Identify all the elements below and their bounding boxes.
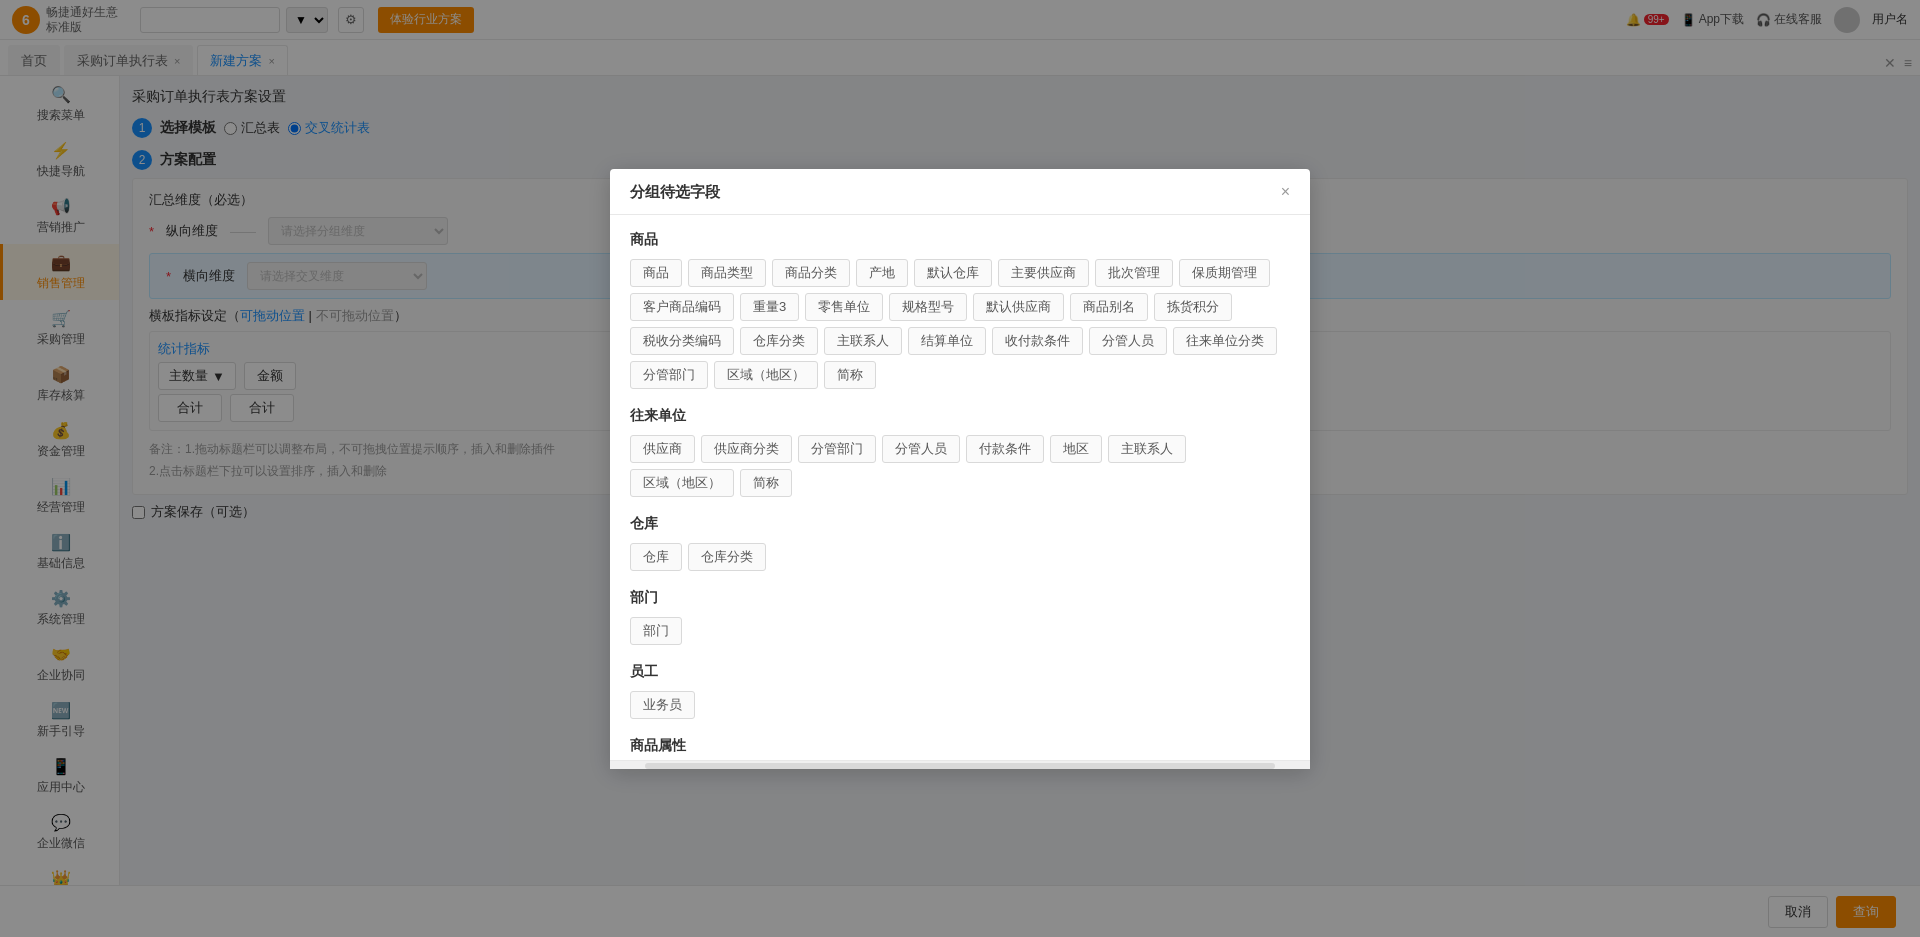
tag-dept[interactable]: 部门 xyxy=(630,617,682,645)
modal-body: 商品 商品 商品类型 商品分类 产地 默认仓库 主要供应商 批次管理 保质期管理… xyxy=(610,215,1310,760)
tag-origin[interactable]: 产地 xyxy=(856,259,908,287)
tag-supervisor[interactable]: 分管人员 xyxy=(1089,327,1167,355)
tag-customer-code[interactable]: 客户商品编码 xyxy=(630,293,734,321)
tag-region2[interactable]: 区域（地区） xyxy=(630,469,734,497)
tag-product-alias[interactable]: 商品别名 xyxy=(1070,293,1148,321)
tag-supplier[interactable]: 供应商 xyxy=(630,435,695,463)
tag-product-type[interactable]: 商品类型 xyxy=(688,259,766,287)
tag-partner-cat[interactable]: 往来单位分类 xyxy=(1173,327,1277,355)
modal-overlay: 分组待选字段 × 商品 商品 商品类型 商品分类 产地 默认仓库 主要供应商 批… xyxy=(0,0,1920,937)
tag-short-name[interactable]: 简称 xyxy=(824,361,876,389)
product-tags: 商品 商品类型 商品分类 产地 默认仓库 主要供应商 批次管理 保质期管理 客户… xyxy=(630,259,1290,389)
tag-tax-code[interactable]: 税收分类编码 xyxy=(630,327,734,355)
section-employee-title: 员工 xyxy=(630,663,1290,681)
tag-main-contact2[interactable]: 主联系人 xyxy=(1108,435,1186,463)
modal-hscroll[interactable] xyxy=(610,760,1310,769)
tag-batch-mgmt[interactable]: 批次管理 xyxy=(1095,259,1173,287)
section-product-attr: 商品属性 属性 颜色 多规格 尺码 鞋码 1 xyxy=(630,737,1290,760)
tag-retail-unit[interactable]: 零售单位 xyxy=(805,293,883,321)
section-product-attr-title: 商品属性 xyxy=(630,737,1290,755)
employee-tags: 业务员 xyxy=(630,691,1290,719)
tag-dept-charge[interactable]: 分管部门 xyxy=(630,361,708,389)
section-product-title: 商品 xyxy=(630,231,1290,249)
field-select-modal: 分组待选字段 × 商品 商品 商品类型 商品分类 产地 默认仓库 主要供应商 批… xyxy=(610,169,1310,769)
tag-salesperson[interactable]: 业务员 xyxy=(630,691,695,719)
section-partner: 往来单位 供应商 供应商分类 分管部门 分管人员 付款条件 地区 主联系人 区域… xyxy=(630,407,1290,497)
tag-dept-person[interactable]: 分管人员 xyxy=(882,435,960,463)
tag-dept-mgmt[interactable]: 分管部门 xyxy=(798,435,876,463)
tag-pick-points[interactable]: 拣货积分 xyxy=(1154,293,1232,321)
tag-settlement-unit[interactable]: 结算单位 xyxy=(908,327,986,355)
tag-payment-terms[interactable]: 收付款条件 xyxy=(992,327,1083,355)
section-warehouse-title: 仓库 xyxy=(630,515,1290,533)
tag-product-category[interactable]: 商品分类 xyxy=(772,259,850,287)
tag-shelf-life[interactable]: 保质期管理 xyxy=(1179,259,1270,287)
tag-pay-terms[interactable]: 付款条件 xyxy=(966,435,1044,463)
tag-weight3[interactable]: 重量3 xyxy=(740,293,799,321)
warehouse-tags: 仓库 仓库分类 xyxy=(630,543,1290,571)
tag-warehouse-cat[interactable]: 仓库分类 xyxy=(740,327,818,355)
dept-tags: 部门 xyxy=(630,617,1290,645)
tag-default-warehouse[interactable]: 默认仓库 xyxy=(914,259,992,287)
partner-tags: 供应商 供应商分类 分管部门 分管人员 付款条件 地区 主联系人 区域（地区） … xyxy=(630,435,1290,497)
modal-close-btn[interactable]: × xyxy=(1281,184,1290,200)
section-product: 商品 商品 商品类型 商品分类 产地 默认仓库 主要供应商 批次管理 保质期管理… xyxy=(630,231,1290,389)
tag-product[interactable]: 商品 xyxy=(630,259,682,287)
section-dept: 部门 部门 xyxy=(630,589,1290,645)
section-warehouse: 仓库 仓库 仓库分类 xyxy=(630,515,1290,571)
modal-header: 分组待选字段 × xyxy=(610,169,1310,215)
tag-spec-model[interactable]: 规格型号 xyxy=(889,293,967,321)
tag-supplier-cat[interactable]: 供应商分类 xyxy=(701,435,792,463)
tag-warehouse[interactable]: 仓库 xyxy=(630,543,682,571)
tag-main-contact[interactable]: 主联系人 xyxy=(824,327,902,355)
tag-short-name2[interactable]: 简称 xyxy=(740,469,792,497)
section-partner-title: 往来单位 xyxy=(630,407,1290,425)
modal-title: 分组待选字段 xyxy=(630,183,720,202)
tag-main-supplier[interactable]: 主要供应商 xyxy=(998,259,1089,287)
tag-warehouse-cat2[interactable]: 仓库分类 xyxy=(688,543,766,571)
section-dept-title: 部门 xyxy=(630,589,1290,607)
tag-region[interactable]: 区域（地区） xyxy=(714,361,818,389)
tag-area[interactable]: 地区 xyxy=(1050,435,1102,463)
section-employee: 员工 业务员 xyxy=(630,663,1290,719)
tag-default-supplier[interactable]: 默认供应商 xyxy=(973,293,1064,321)
